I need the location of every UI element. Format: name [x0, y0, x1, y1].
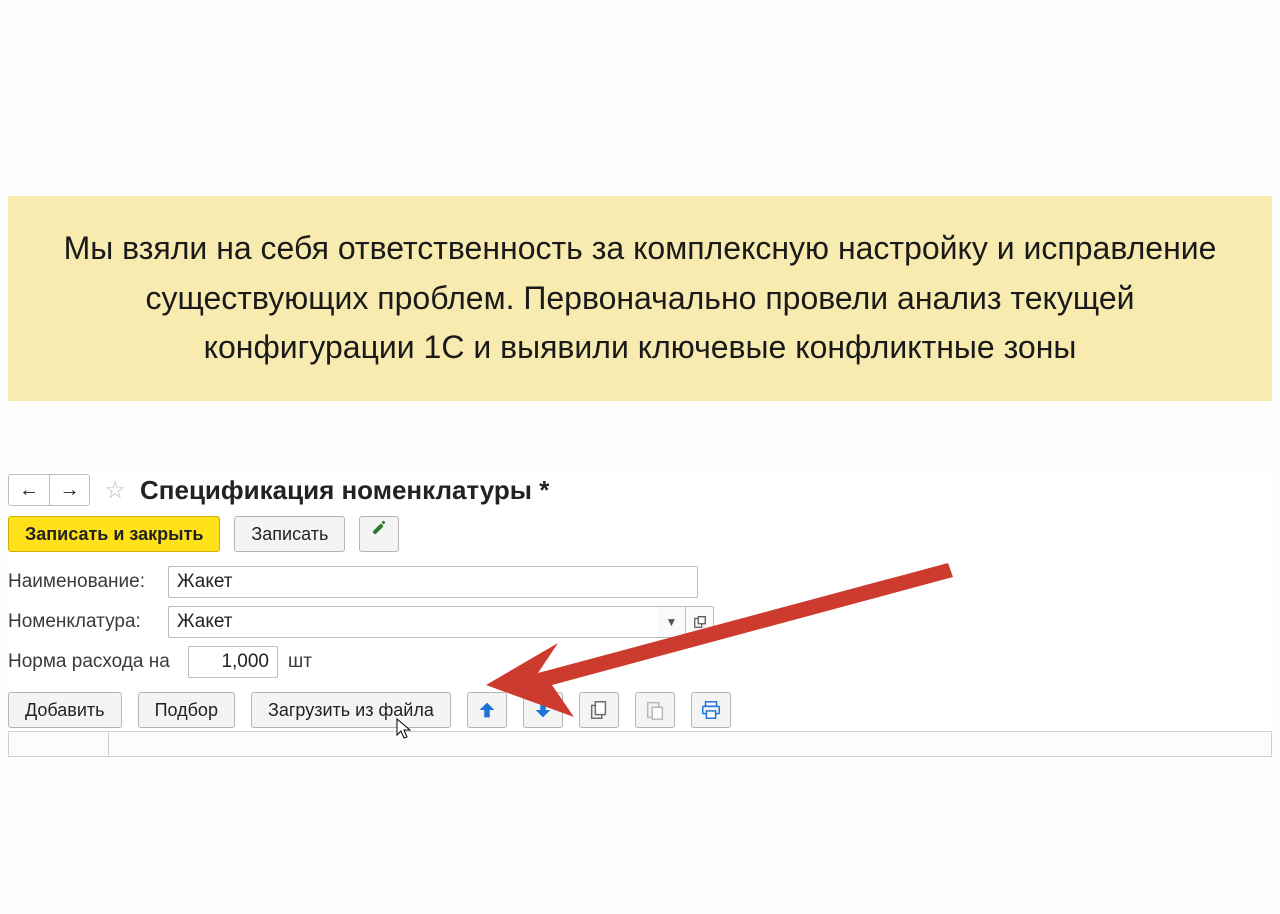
window-title: Спецификация номенклатуры * — [140, 475, 549, 506]
nomenclature-field-group: ▼ — [168, 606, 714, 638]
rate-input[interactable] — [188, 646, 278, 678]
pick-button[interactable]: Подбор — [138, 692, 235, 728]
forward-button[interactable]: → — [49, 475, 89, 505]
save-and-close-button[interactable]: Записать и закрыть — [8, 516, 220, 552]
save-button[interactable]: Записать — [234, 516, 345, 552]
paste-button[interactable] — [635, 692, 675, 728]
name-row: Наименование: — [8, 562, 1272, 602]
name-label: Наименование: — [8, 571, 158, 593]
arrow-up-icon — [476, 699, 498, 721]
nomenclature-label: Номенклатура: — [8, 611, 158, 633]
copy-icon — [588, 699, 610, 721]
nomenclature-input[interactable] — [168, 606, 658, 638]
printer-icon — [700, 699, 722, 721]
secondary-toolbar: Добавить Подбор Загрузить из файла — [8, 682, 1272, 732]
nav-group: ← → — [8, 474, 90, 506]
primary-toolbar: Записать и закрыть Записать — [8, 516, 1272, 562]
annotation-text: Мы взяли на себя ответственность за комп… — [38, 224, 1242, 373]
app-window: ← → ☆ Спецификация номенклатуры * Записа… — [8, 470, 1272, 732]
nomenclature-dropdown-button[interactable]: ▼ — [658, 606, 686, 638]
name-input[interactable] — [168, 566, 698, 598]
favorite-star-icon[interactable]: ☆ — [100, 475, 130, 505]
open-external-icon — [693, 615, 707, 629]
table-header-cell — [108, 731, 1272, 757]
edit-button[interactable] — [359, 516, 399, 552]
move-down-button[interactable] — [523, 692, 563, 728]
back-button[interactable]: ← — [9, 475, 49, 505]
table-header-stub — [8, 731, 1272, 757]
move-up-button[interactable] — [467, 692, 507, 728]
rate-unit: шт — [288, 651, 312, 673]
copy-button[interactable] — [579, 692, 619, 728]
print-button[interactable] — [691, 692, 731, 728]
add-button[interactable]: Добавить — [8, 692, 122, 728]
title-bar: ← → ☆ Спецификация номенклатуры * — [8, 470, 1272, 516]
pen-icon — [370, 525, 388, 543]
nomenclature-row: Номенклатура: ▼ — [8, 602, 1272, 642]
table-header-cell — [8, 731, 108, 757]
load-from-file-button[interactable]: Загрузить из файла — [251, 692, 451, 728]
rate-row: Норма расхода на шт — [8, 642, 1272, 682]
nomenclature-open-button[interactable] — [686, 606, 714, 638]
rate-label: Норма расхода на — [8, 651, 178, 673]
paste-icon — [644, 699, 666, 721]
annotation-banner: Мы взяли на себя ответственность за комп… — [8, 196, 1272, 401]
arrow-down-icon — [532, 699, 554, 721]
